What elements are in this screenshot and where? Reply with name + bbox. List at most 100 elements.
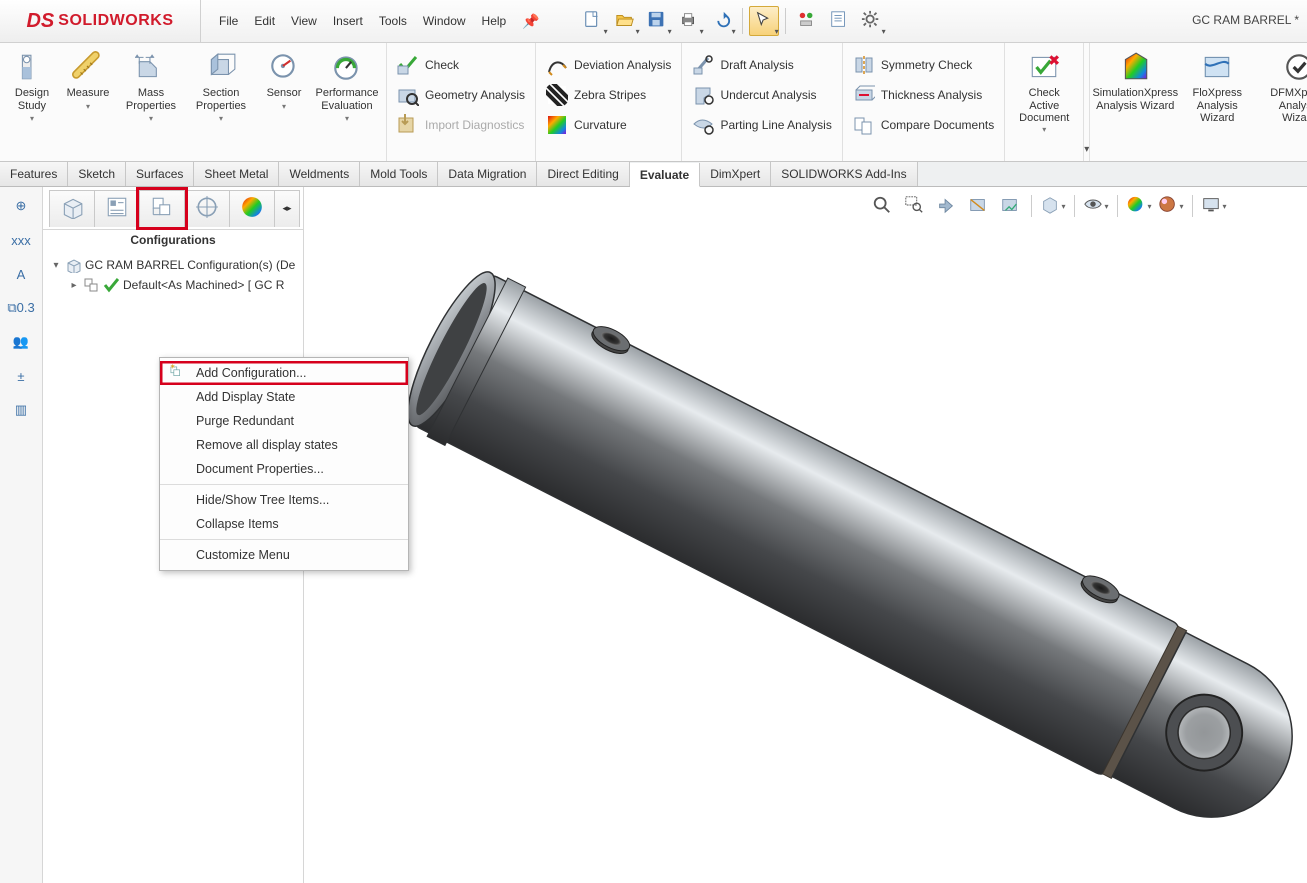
gutter-feature-filter-button[interactable]: ⊕ xyxy=(9,195,33,217)
menu-edit[interactable]: Edit xyxy=(254,14,275,28)
tab-mold-tools[interactable]: Mold Tools xyxy=(360,162,438,186)
tab-solidworks-add-ins[interactable]: SOLIDWORKS Add-Ins xyxy=(771,162,917,186)
import-diagnostics-icon xyxy=(397,114,419,136)
undercut-analysis-button[interactable]: Undercut Analysis xyxy=(688,81,835,109)
performance-evaluation-icon xyxy=(331,51,363,83)
gutter-orient-button[interactable]: ▥ xyxy=(9,399,33,421)
tab-sketch[interactable]: Sketch xyxy=(68,162,126,186)
compare-documents-button[interactable]: Compare Documents xyxy=(849,111,998,139)
ctx-collapse-items[interactable]: Collapse Items xyxy=(160,512,408,536)
menu-help[interactable]: Help xyxy=(482,14,507,28)
qat-file-props-button[interactable] xyxy=(824,6,854,36)
sensor-button[interactable]: Sensor ▾ xyxy=(258,47,310,111)
graphics-viewport[interactable]: ▾ ▾ ▾ ▾ ▾ xyxy=(304,187,1307,883)
dropdown-icon[interactable]: ▾ xyxy=(636,27,640,36)
mass-properties-button[interactable]: MassProperties ▾ xyxy=(118,47,184,123)
qat-undo-button[interactable]: ▾ xyxy=(706,6,736,36)
measure-button[interactable]: Measure ▾ xyxy=(62,47,114,111)
left-gutter: ⊕ xxx A ⧉0.3 👥 ± ▥ xyxy=(0,187,43,883)
dropdown-icon[interactable]: ▾ xyxy=(668,27,672,36)
tree-root[interactable]: ▾ GC RAM BARREL Configuration(s) (De xyxy=(51,255,299,275)
dropdown-icon[interactable]: ▾ xyxy=(882,27,886,36)
gutter-text-button[interactable]: A xyxy=(9,263,33,285)
label: Compare Documents xyxy=(881,118,994,132)
panel-tab-display-manager[interactable] xyxy=(229,190,275,227)
menu-window[interactable]: Window xyxy=(423,14,466,28)
pin-icon[interactable]: 📌 xyxy=(522,13,539,30)
qat-rebuild-button[interactable] xyxy=(792,6,822,36)
qat-save-button[interactable]: ▾ xyxy=(642,6,672,36)
qat-open-button[interactable]: ▾ xyxy=(610,6,640,36)
dropdown-icon[interactable]: ▾ xyxy=(345,114,349,123)
panel-tab-feature-manager[interactable] xyxy=(49,190,95,227)
menu-tools[interactable]: Tools xyxy=(379,14,407,28)
dropdown-icon[interactable]: ▾ xyxy=(219,114,223,123)
draft-analysis-button[interactable]: Draft Analysis xyxy=(688,51,835,79)
check-active-document-button[interactable]: CheckActiveDocument ▾ xyxy=(1011,47,1077,134)
dropdown-icon[interactable]: ▾ xyxy=(775,27,779,36)
tab-surfaces[interactable]: Surfaces xyxy=(126,162,194,186)
zebra-stripes-button[interactable]: Zebra Stripes xyxy=(542,81,675,109)
parting-line-analysis-button[interactable]: Parting Line Analysis xyxy=(688,111,835,139)
section-properties-button[interactable]: SectionProperties ▾ xyxy=(188,47,254,123)
label: Check xyxy=(425,58,459,72)
dropdown-icon[interactable]: ▾ xyxy=(700,27,704,36)
draft-analysis-icon xyxy=(692,54,714,76)
check-button[interactable]: Check xyxy=(393,51,529,79)
panel-tab-scroll[interactable]: ◂▸ xyxy=(274,190,300,227)
tab-direct-editing[interactable]: Direct Editing xyxy=(537,162,629,186)
geometry-analysis-button[interactable]: Geometry Analysis xyxy=(393,81,529,109)
gutter-dim-button[interactable]: ⧉0.3 xyxy=(9,297,33,319)
gutter-tol-button[interactable]: ± xyxy=(9,365,33,387)
tab-weldments[interactable]: Weldments xyxy=(279,162,360,186)
ctx-remove-display-states[interactable]: Remove all display states xyxy=(160,433,408,457)
geometry-analysis-icon xyxy=(397,84,419,106)
symmetry-check-button[interactable]: Symmetry Check xyxy=(849,51,998,79)
performance-evaluation-button[interactable]: PerformanceEvaluation ▾ xyxy=(314,47,380,123)
floxpress-button[interactable]: FloXpressAnalysisWizard xyxy=(1178,47,1256,125)
tab-features[interactable]: Features xyxy=(0,162,68,186)
menu-insert[interactable]: Insert xyxy=(333,14,363,28)
dropdown-icon[interactable]: ▾ xyxy=(1042,125,1046,134)
dropdown-icon[interactable]: ▾ xyxy=(149,114,153,123)
ctx-customize-menu[interactable]: Customize Menu xyxy=(160,543,408,567)
panel-tab-configuration-manager[interactable] xyxy=(139,190,185,227)
panel-tab-dimxpert-manager[interactable] xyxy=(184,190,230,227)
ctx-add-configuration[interactable]: Add Configuration... xyxy=(160,361,408,385)
label: Thickness Analysis xyxy=(881,88,982,102)
tab-dimxpert[interactable]: DimXpert xyxy=(700,162,771,186)
qat-select-button[interactable]: ▾ xyxy=(749,6,779,36)
dropdown-icon[interactable]: ▾ xyxy=(604,27,608,36)
gutter-annotate-button[interactable]: xxx xyxy=(9,229,33,251)
select-icon xyxy=(754,10,774,33)
deviation-analysis-button[interactable]: Deviation Analysis xyxy=(542,51,675,79)
twisty-icon[interactable]: ▸ xyxy=(69,280,79,291)
dropdown-icon[interactable]: ▾ xyxy=(732,27,736,36)
design-study-button[interactable]: DesignStudy ▾ xyxy=(6,47,58,123)
tab-sheet-metal[interactable]: Sheet Metal xyxy=(194,162,279,186)
qat-new-button[interactable]: ▾ xyxy=(578,6,608,36)
dropdown-icon[interactable]: ▾ xyxy=(86,102,90,111)
menu-view[interactable]: View xyxy=(291,14,317,28)
thickness-analysis-button[interactable]: Thickness Analysis xyxy=(849,81,998,109)
panel-tab-property-manager[interactable] xyxy=(94,190,140,227)
ctx-document-properties[interactable]: Document Properties... xyxy=(160,457,408,481)
menubar: DS SOLIDWORKS File Edit View Insert Tool… xyxy=(0,0,1307,43)
separator xyxy=(160,539,408,540)
dropdown-icon[interactable]: ▾ xyxy=(282,102,286,111)
menu-file[interactable]: File xyxy=(219,14,238,28)
dfmxpress-button[interactable]: DFMXpressAnalysisWizard xyxy=(1260,47,1307,125)
ctx-purge-redundant[interactable]: Purge Redundant xyxy=(160,409,408,433)
twisty-icon[interactable]: ▾ xyxy=(51,260,61,271)
ctx-hide-show-tree[interactable]: Hide/Show Tree Items... xyxy=(160,488,408,512)
tab-data-migration[interactable]: Data Migration xyxy=(438,162,537,186)
ctx-add-display-state[interactable]: Add Display State xyxy=(160,385,408,409)
curvature-button[interactable]: Curvature xyxy=(542,111,675,139)
gutter-people-button[interactable]: 👥 xyxy=(9,331,33,353)
qat-print-button[interactable]: ▾ xyxy=(674,6,704,36)
simxpress-button[interactable]: SimulationXpressAnalysis Wizard xyxy=(1096,47,1174,112)
dropdown-icon[interactable]: ▾ xyxy=(30,114,34,123)
qat-options-button[interactable]: ▾ xyxy=(856,6,886,36)
tab-evaluate[interactable]: Evaluate xyxy=(630,163,700,187)
tree-child[interactable]: ▸ Default<As Machined> [ GC R xyxy=(51,275,299,295)
